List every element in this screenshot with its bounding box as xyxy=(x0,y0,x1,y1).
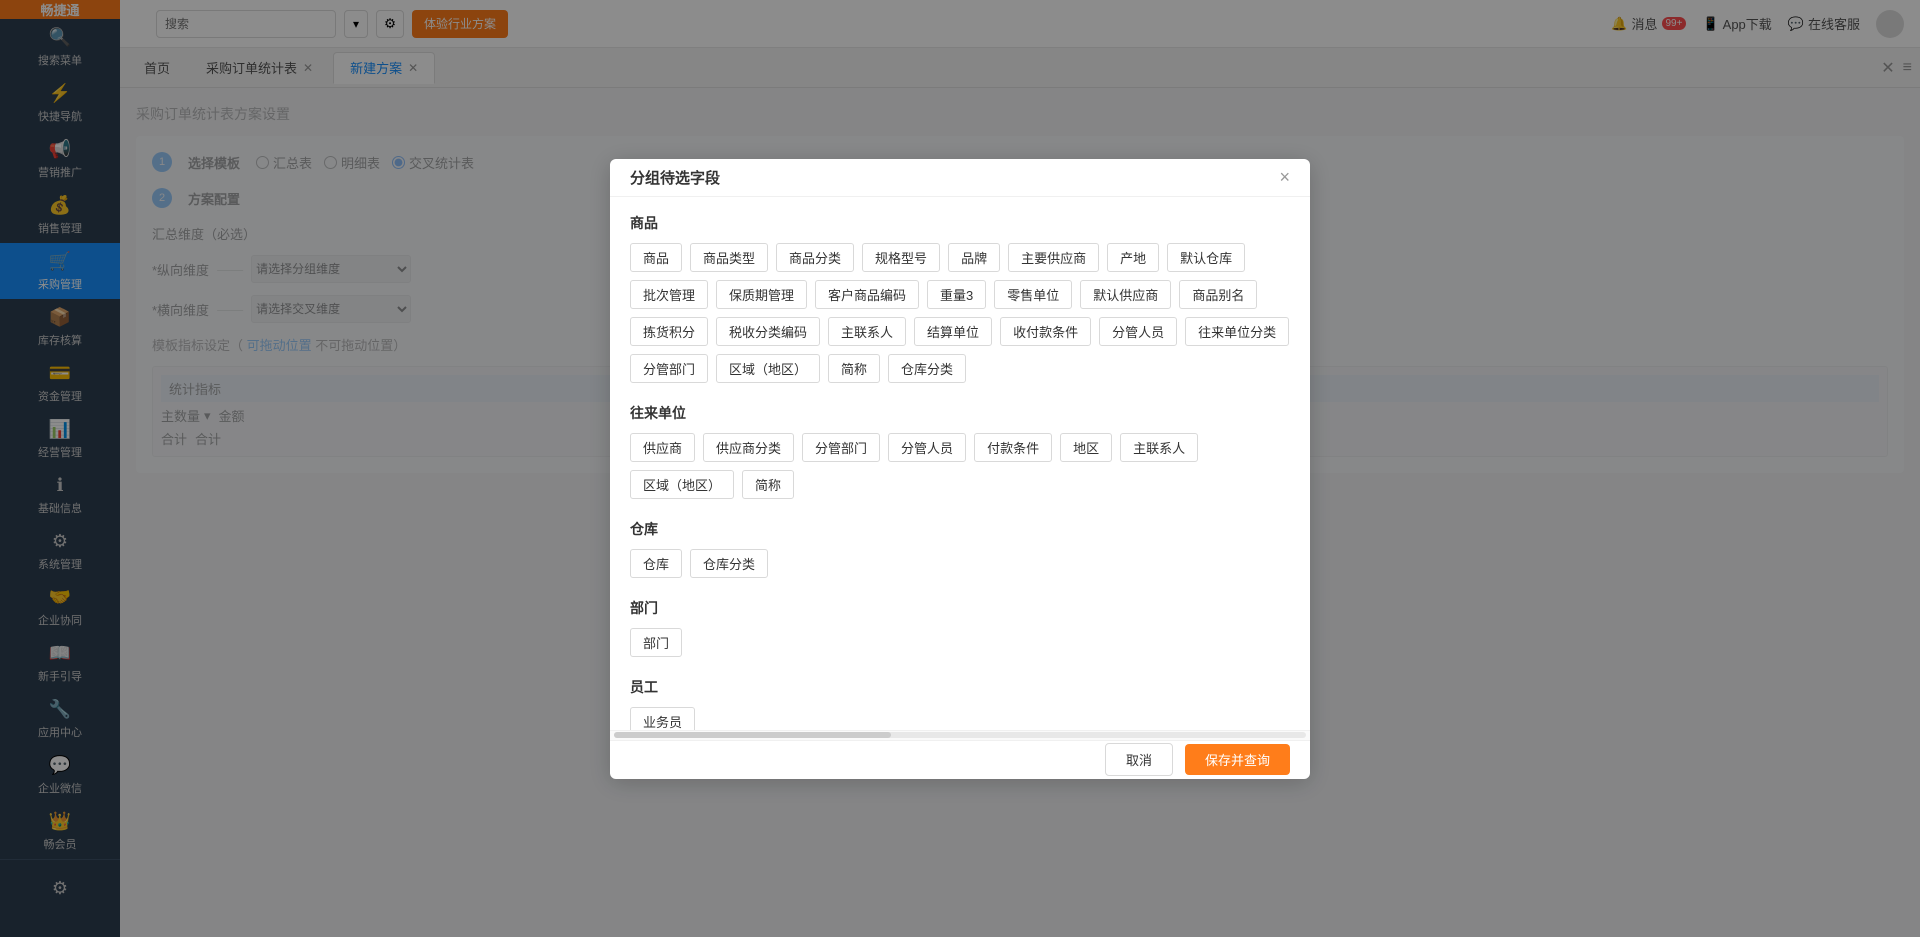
field-tag-0-11[interactable]: 重量3 xyxy=(927,280,986,309)
field-tag-3-0[interactable]: 部门 xyxy=(630,628,682,657)
field-tag-0-10[interactable]: 客户商品编码 xyxy=(815,280,919,309)
field-tag-1-0[interactable]: 供应商 xyxy=(630,433,695,462)
field-tag-0-21[interactable]: 往来单位分类 xyxy=(1185,317,1289,346)
field-tag-0-16[interactable]: 税收分类编码 xyxy=(716,317,820,346)
field-grid-2: 仓库仓库分类 xyxy=(630,549,1290,578)
field-tag-0-15[interactable]: 拣货积分 xyxy=(630,317,708,346)
field-tag-0-2[interactable]: 商品分类 xyxy=(776,243,854,272)
modal-hscroll[interactable] xyxy=(610,730,1310,740)
field-section-1: 往来单位供应商供应商分类分管部门分管人员付款条件地区主联系人区域（地区） 简称 xyxy=(630,403,1290,499)
field-tag-0-25[interactable]: 仓库分类 xyxy=(888,354,966,383)
field-tag-2-1[interactable]: 仓库分类 xyxy=(690,549,768,578)
hscroll-thumb xyxy=(614,732,891,738)
field-section-0: 商品商品商品类型商品分类规格型号品牌主要供应商产地默认仓库批次管理保质期管理客户… xyxy=(630,213,1290,383)
field-tag-0-9[interactable]: 保质期管理 xyxy=(716,280,807,309)
field-grid-3: 部门 xyxy=(630,628,1290,657)
field-tag-1-3[interactable]: 分管人员 xyxy=(888,433,966,462)
field-tag-0-13[interactable]: 默认供应商 xyxy=(1080,280,1171,309)
field-tag-1-6[interactable]: 主联系人 xyxy=(1120,433,1198,462)
field-tag-0-14[interactable]: 商品别名 xyxy=(1179,280,1257,309)
confirm-button[interactable]: 保存并查询 xyxy=(1185,744,1290,775)
field-tag-1-7[interactable]: 区域（地区） xyxy=(630,470,734,499)
modal-close-button[interactable]: × xyxy=(1279,167,1290,188)
field-grid-4: 业务员 xyxy=(630,707,1290,730)
field-tag-1-8[interactable]: 简称 xyxy=(742,470,794,499)
cancel-button[interactable]: 取消 xyxy=(1105,743,1173,776)
field-tag-0-18[interactable]: 结算单位 xyxy=(914,317,992,346)
field-tag-0-23[interactable]: 区域（地区） xyxy=(716,354,820,383)
field-section-4: 员工业务员 xyxy=(630,677,1290,730)
section-title-1: 往来单位 xyxy=(630,403,1290,423)
field-tag-1-4[interactable]: 付款条件 xyxy=(974,433,1052,462)
field-grid-1: 供应商供应商分类分管部门分管人员付款条件地区主联系人区域（地区） 简称 xyxy=(630,433,1290,499)
section-title-2: 仓库 xyxy=(630,519,1290,539)
field-tag-2-0[interactable]: 仓库 xyxy=(630,549,682,578)
field-section-2: 仓库仓库仓库分类 xyxy=(630,519,1290,578)
modal-dialog: 分组待选字段 × 商品商品商品类型商品分类规格型号品牌主要供应商产地默认仓库批次… xyxy=(610,159,1310,779)
field-tag-0-3[interactable]: 规格型号 xyxy=(862,243,940,272)
modal-footer: 取消 保存并查询 xyxy=(610,740,1310,779)
field-tag-0-24[interactable]: 简称 xyxy=(828,354,880,383)
modal-body: 商品商品商品类型商品分类规格型号品牌主要供应商产地默认仓库批次管理保质期管理客户… xyxy=(610,197,1310,730)
field-section-3: 部门部门 xyxy=(630,598,1290,657)
field-tag-0-6[interactable]: 产地 xyxy=(1107,243,1159,272)
field-tag-0-8[interactable]: 批次管理 xyxy=(630,280,708,309)
field-tag-1-2[interactable]: 分管部门 xyxy=(802,433,880,462)
field-tag-1-1[interactable]: 供应商分类 xyxy=(703,433,794,462)
field-tag-1-5[interactable]: 地区 xyxy=(1060,433,1112,462)
field-grid-0: 商品商品类型商品分类规格型号品牌主要供应商产地默认仓库批次管理保质期管理客户商品… xyxy=(630,243,1290,383)
field-tag-0-20[interactable]: 分管人员 xyxy=(1099,317,1177,346)
field-tag-0-4[interactable]: 品牌 xyxy=(948,243,1000,272)
field-tag-0-22[interactable]: 分管部门 xyxy=(630,354,708,383)
modal-overlay: 分组待选字段 × 商品商品商品类型商品分类规格型号品牌主要供应商产地默认仓库批次… xyxy=(0,0,1920,937)
field-tag-0-1[interactable]: 商品类型 xyxy=(690,243,768,272)
field-tag-0-0[interactable]: 商品 xyxy=(630,243,682,272)
field-tag-4-0[interactable]: 业务员 xyxy=(630,707,695,730)
field-tag-0-5[interactable]: 主要供应商 xyxy=(1008,243,1099,272)
field-tag-0-19[interactable]: 收付款条件 xyxy=(1000,317,1091,346)
hscroll-track xyxy=(614,732,1306,738)
section-title-4: 员工 xyxy=(630,677,1290,697)
modal-title: 分组待选字段 xyxy=(630,167,720,188)
section-title-3: 部门 xyxy=(630,598,1290,618)
modal-header: 分组待选字段 × xyxy=(610,159,1310,198)
section-title-0: 商品 xyxy=(630,213,1290,233)
field-tag-0-7[interactable]: 默认仓库 xyxy=(1167,243,1245,272)
field-tag-0-12[interactable]: 零售单位 xyxy=(994,280,1072,309)
field-tag-0-17[interactable]: 主联系人 xyxy=(828,317,906,346)
